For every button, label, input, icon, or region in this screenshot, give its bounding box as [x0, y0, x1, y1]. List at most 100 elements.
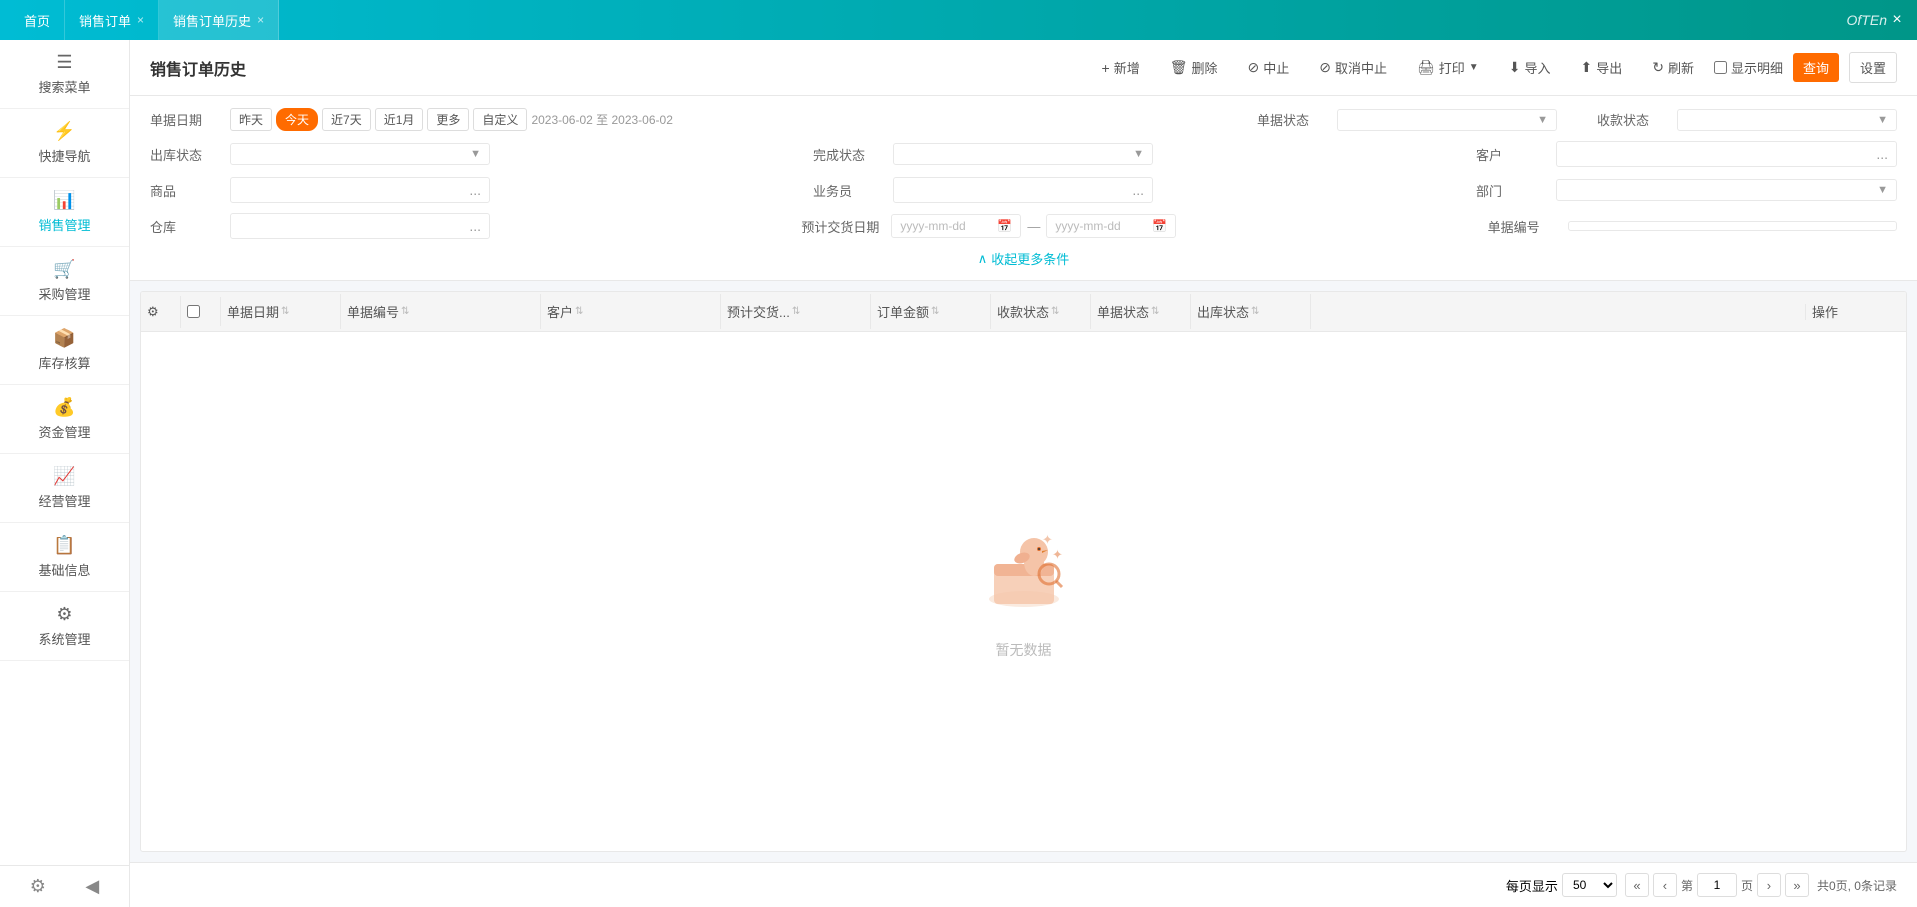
basic-info-icon: 📋 — [53, 535, 75, 556]
content-area: 销售订单历史 + 新增 🗑 删除 ⊘ 中止 ⊘ 取消中止 — [130, 40, 1917, 907]
next-page-button[interactable]: › — [1757, 873, 1781, 897]
sidebar-item-basic-info[interactable]: 📋 基础信息 — [0, 523, 129, 592]
completion-status-select[interactable]: ▼ — [893, 143, 1153, 165]
show-detail-checkbox-label[interactable]: 显示明细 — [1714, 58, 1783, 77]
customer-label: 客户 — [1476, 145, 1556, 164]
customer-input[interactable]: ... — [1556, 141, 1897, 167]
warehouse-status-arrow: ▼ — [470, 148, 481, 160]
th-delivery-date[interactable]: 预计交货... ⇅ — [721, 294, 871, 329]
refresh-label: 刷新 — [1668, 58, 1694, 77]
sort-customer-icon: ⇅ — [575, 306, 583, 317]
collapse-button[interactable]: ∧ 收起更多条件 — [150, 249, 1897, 268]
delivery-date-start-input[interactable]: yyyy-mm-dd 📅 — [891, 214, 1021, 238]
import-button[interactable]: ⬇ 导入 — [1499, 53, 1561, 82]
brand-text: OfTEn — [1847, 12, 1887, 28]
sidebar-item-inventory[interactable]: 📦 库存核算 — [0, 316, 129, 385]
warehouse-input[interactable]: ... — [230, 213, 490, 239]
page-number-input[interactable] — [1697, 873, 1737, 897]
tab-sales-order-close[interactable]: × — [137, 13, 144, 27]
add-label: 新增 — [1114, 58, 1140, 77]
dept-arrow: ▼ — [1877, 184, 1888, 196]
refresh-button[interactable]: ↻ 刷新 — [1642, 53, 1704, 82]
sidebar-item-system[interactable]: ⚙ 系统管理 — [0, 592, 129, 661]
sidebar-item-purchase-mgmt[interactable]: 🛒 采购管理 — [0, 247, 129, 316]
calendar-end-icon[interactable]: 📅 — [1152, 219, 1167, 233]
print-label: 打印 — [1439, 58, 1465, 77]
tab-home[interactable]: 首页 — [10, 0, 65, 40]
table-settings-icon[interactable]: ⚙ — [147, 304, 159, 320]
operations-icon: 📈 — [53, 466, 75, 487]
top-bar: 首页 销售订单 × 销售订单历史 × OfTEn × — [0, 0, 1917, 40]
product-dots[interactable]: ... — [469, 182, 481, 198]
th-customer-label: 客户 — [547, 302, 573, 321]
order-status-select[interactable]: ▼ — [1337, 109, 1557, 131]
date-separator: — — [1027, 219, 1040, 234]
order-number-input[interactable] — [1568, 221, 1897, 231]
warehouse-status-select[interactable]: ▼ — [230, 143, 490, 165]
stop-label: 中止 — [1263, 58, 1289, 77]
sidebar-item-search-menu[interactable]: ☰ 搜索菜单 — [0, 40, 129, 109]
select-all-checkbox[interactable] — [187, 305, 200, 318]
add-button[interactable]: + 新增 — [1092, 53, 1150, 82]
delete-button[interactable]: 🗑 删除 — [1160, 53, 1228, 82]
th-settings[interactable]: ⚙ — [141, 296, 181, 328]
date-btn-more[interactable]: 更多 — [427, 108, 469, 131]
per-page-select[interactable]: 50 10 20 100 — [1562, 873, 1617, 897]
th-date[interactable]: 单据日期 ⇅ — [221, 294, 341, 329]
salesman-input[interactable]: ... — [893, 177, 1153, 203]
sidebar-item-inventory-label: 库存核算 — [38, 353, 90, 372]
th-customer[interactable]: 客户 ⇅ — [541, 294, 721, 329]
th-number[interactable]: 单据编号 ⇅ — [341, 294, 541, 329]
date-btn-yesterday[interactable]: 昨天 — [230, 108, 272, 131]
delivery-date-label: 预计交货日期 — [801, 217, 891, 236]
customer-dots[interactable]: ... — [1876, 146, 1888, 162]
sidebar-item-sales-mgmt[interactable]: 📊 销售管理 — [0, 178, 129, 247]
print-button[interactable]: 🖨 打印 ▼ — [1407, 53, 1489, 82]
th-payment-status[interactable]: 收款状态 ⇅ — [991, 294, 1091, 329]
salesman-dots[interactable]: ... — [1132, 182, 1144, 198]
th-amount[interactable]: 订单金额 ⇅ — [871, 294, 991, 329]
sidebar-item-finance[interactable]: 💰 资金管理 — [0, 385, 129, 454]
tab-sales-order[interactable]: 销售订单 × — [65, 0, 159, 40]
last-page-button[interactable]: » — [1785, 873, 1809, 897]
dept-select[interactable]: ▼ — [1556, 179, 1897, 201]
first-page-icon: « — [1633, 878, 1640, 893]
sidebar-collapse-btn[interactable]: ◀ — [85, 876, 99, 897]
purchase-mgmt-icon: 🛒 — [53, 259, 75, 280]
delivery-date-end-input[interactable]: yyyy-mm-dd 📅 — [1046, 214, 1176, 238]
sidebar-item-quick-nav[interactable]: ⚡ 快捷导航 — [0, 109, 129, 178]
calendar-start-icon[interactable]: 📅 — [997, 219, 1012, 233]
show-detail-checkbox[interactable] — [1714, 61, 1727, 74]
th-spacer — [1311, 304, 1806, 320]
prev-page-button[interactable]: ‹ — [1653, 873, 1677, 897]
delete-icon: 🗑 — [1170, 59, 1188, 76]
sidebar-settings-btn[interactable]: ⚙ — [30, 876, 46, 897]
date-btn-1month[interactable]: 近1月 — [375, 108, 424, 131]
th-payment-status-label: 收款状态 — [997, 302, 1049, 321]
cancel-stop-button[interactable]: ⊘ 取消中止 — [1309, 53, 1397, 82]
payment-status-select[interactable]: ▼ — [1677, 109, 1897, 131]
date-btn-7days[interactable]: 近7天 — [322, 108, 371, 131]
tab-sales-order-history-close[interactable]: × — [257, 13, 264, 27]
finance-icon: 💰 — [53, 397, 75, 418]
tab-sales-order-history[interactable]: 销售订单历史 × — [159, 0, 279, 40]
th-checkbox[interactable] — [181, 297, 221, 326]
date-btn-today[interactable]: 今天 — [276, 108, 318, 131]
product-input[interactable]: ... — [230, 177, 490, 203]
settings-button[interactable]: 设置 — [1849, 52, 1897, 83]
date-range-text: 2023-06-02 至 2023-06-02 — [531, 111, 672, 128]
order-number-label: 单据编号 — [1488, 217, 1568, 236]
sidebar-item-operations[interactable]: 📈 经营管理 — [0, 454, 129, 523]
sidebar-item-search-menu-label: 搜索菜单 — [38, 77, 90, 96]
first-page-button[interactable]: « — [1625, 873, 1649, 897]
collapse-text: 收起更多条件 — [991, 249, 1069, 268]
th-warehouse-status[interactable]: 出库状态 ⇅ — [1191, 294, 1311, 329]
export-button[interactable]: ⬆ 导出 — [1570, 53, 1632, 82]
warehouse-dots[interactable]: ... — [469, 218, 481, 234]
stop-button[interactable]: ⊘ 中止 — [1238, 53, 1300, 82]
query-button[interactable]: 查询 — [1793, 53, 1839, 82]
sort-delivery-date-icon: ⇅ — [792, 306, 800, 317]
th-order-status[interactable]: 单据状态 ⇅ — [1091, 294, 1191, 329]
date-btn-custom[interactable]: 自定义 — [473, 108, 527, 131]
window-close-button[interactable]: × — [1887, 10, 1907, 30]
